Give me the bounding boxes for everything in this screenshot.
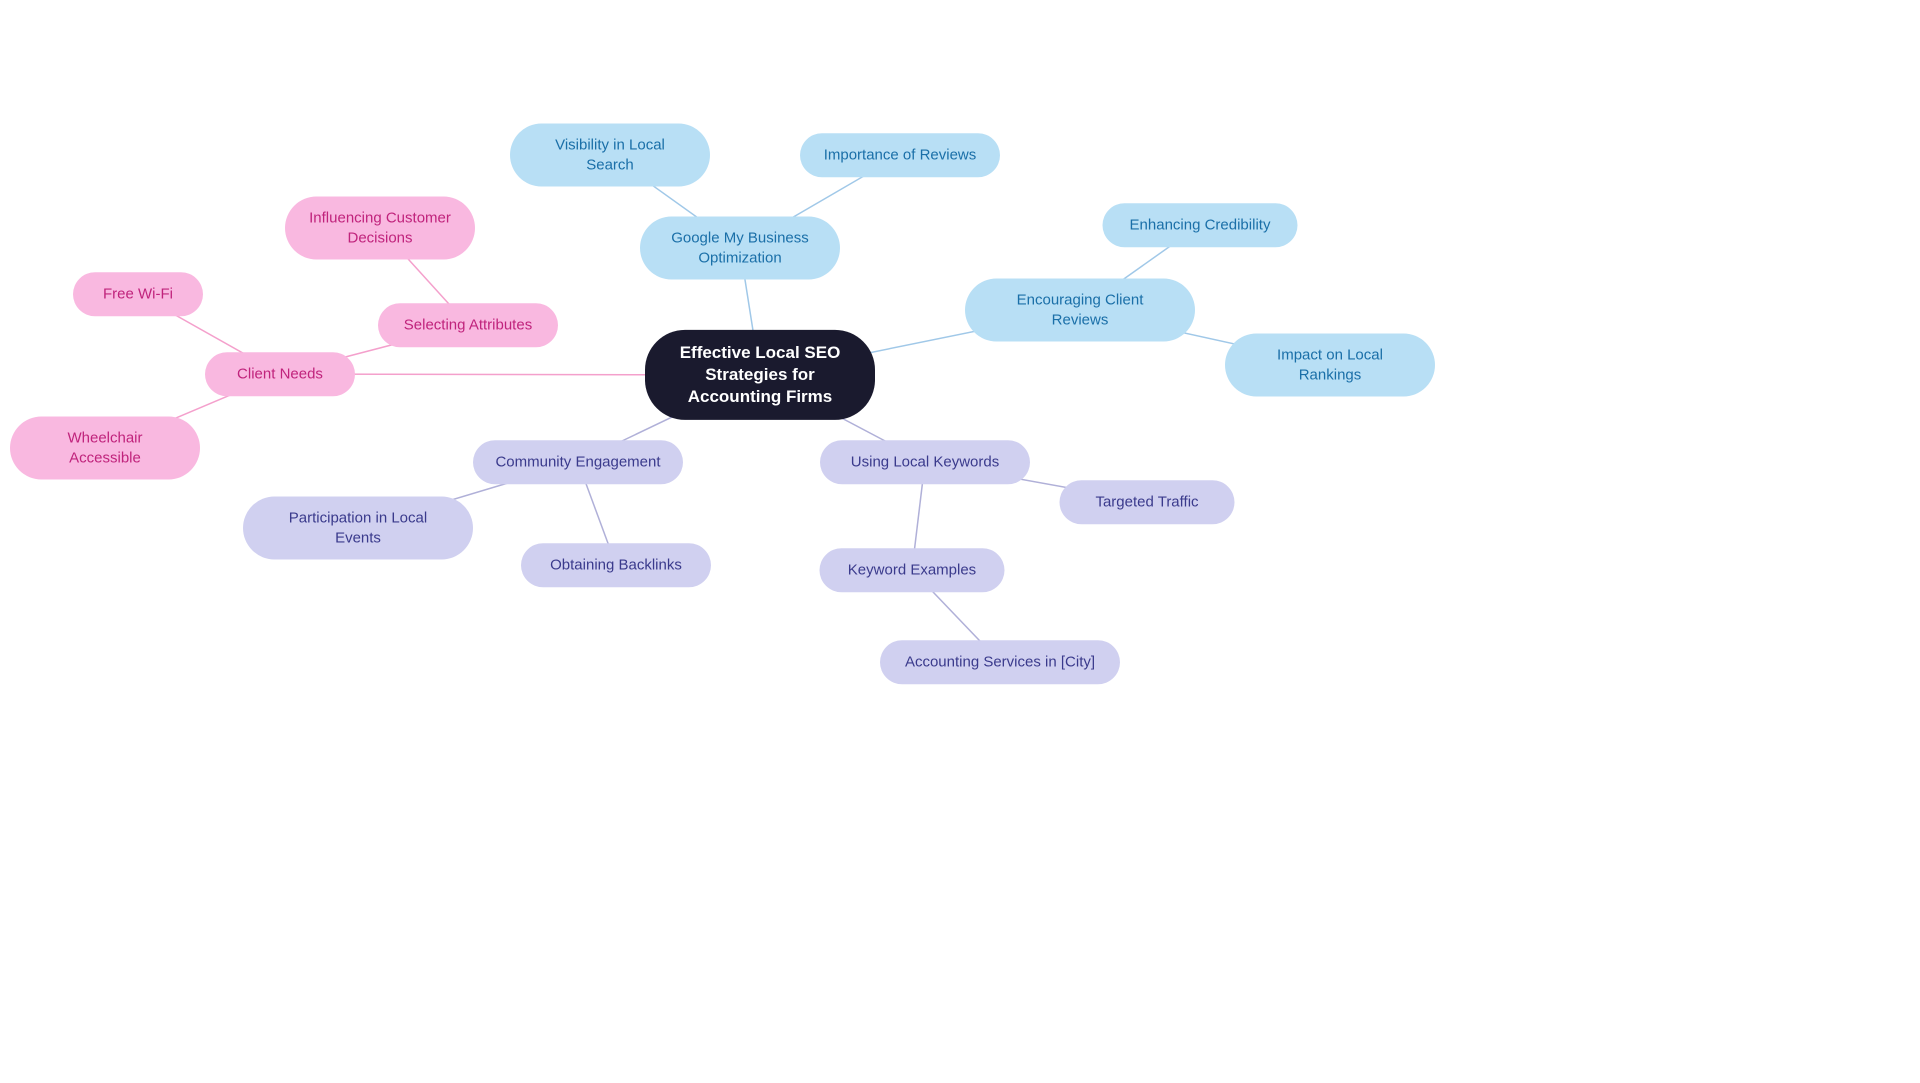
center-node: Effective Local SEO Strategies for Accou… (645, 330, 875, 420)
node-encouraging-reviews[interactable]: Encouraging Client Reviews (965, 279, 1195, 342)
node-obtaining-backlinks[interactable]: Obtaining Backlinks (521, 543, 711, 587)
node-enhancing-credibility[interactable]: Enhancing Credibility (1103, 203, 1298, 247)
node-accounting-services[interactable]: Accounting Services in [City] (880, 640, 1120, 684)
node-free-wifi[interactable]: Free Wi-Fi (73, 272, 203, 316)
node-participation-local[interactable]: Participation in Local Events (243, 497, 473, 560)
node-influencing-decisions[interactable]: Influencing Customer Decisions (285, 197, 475, 260)
node-impact-local-rankings[interactable]: Impact on Local Rankings (1225, 334, 1435, 397)
node-wheelchair[interactable]: Wheelchair Accessible (10, 417, 200, 480)
node-using-local-keywords[interactable]: Using Local Keywords (820, 440, 1030, 484)
node-visibility[interactable]: Visibility in Local Search (510, 124, 710, 187)
node-client-needs[interactable]: Client Needs (205, 352, 355, 396)
node-importance-reviews[interactable]: Importance of Reviews (800, 133, 1000, 177)
node-targeted-traffic[interactable]: Targeted Traffic (1060, 480, 1235, 524)
node-community-engagement[interactable]: Community Engagement (473, 440, 683, 484)
node-selecting-attributes[interactable]: Selecting Attributes (378, 303, 558, 347)
node-keyword-examples[interactable]: Keyword Examples (820, 548, 1005, 592)
node-gmb[interactable]: Google My Business Optimization (640, 217, 840, 280)
